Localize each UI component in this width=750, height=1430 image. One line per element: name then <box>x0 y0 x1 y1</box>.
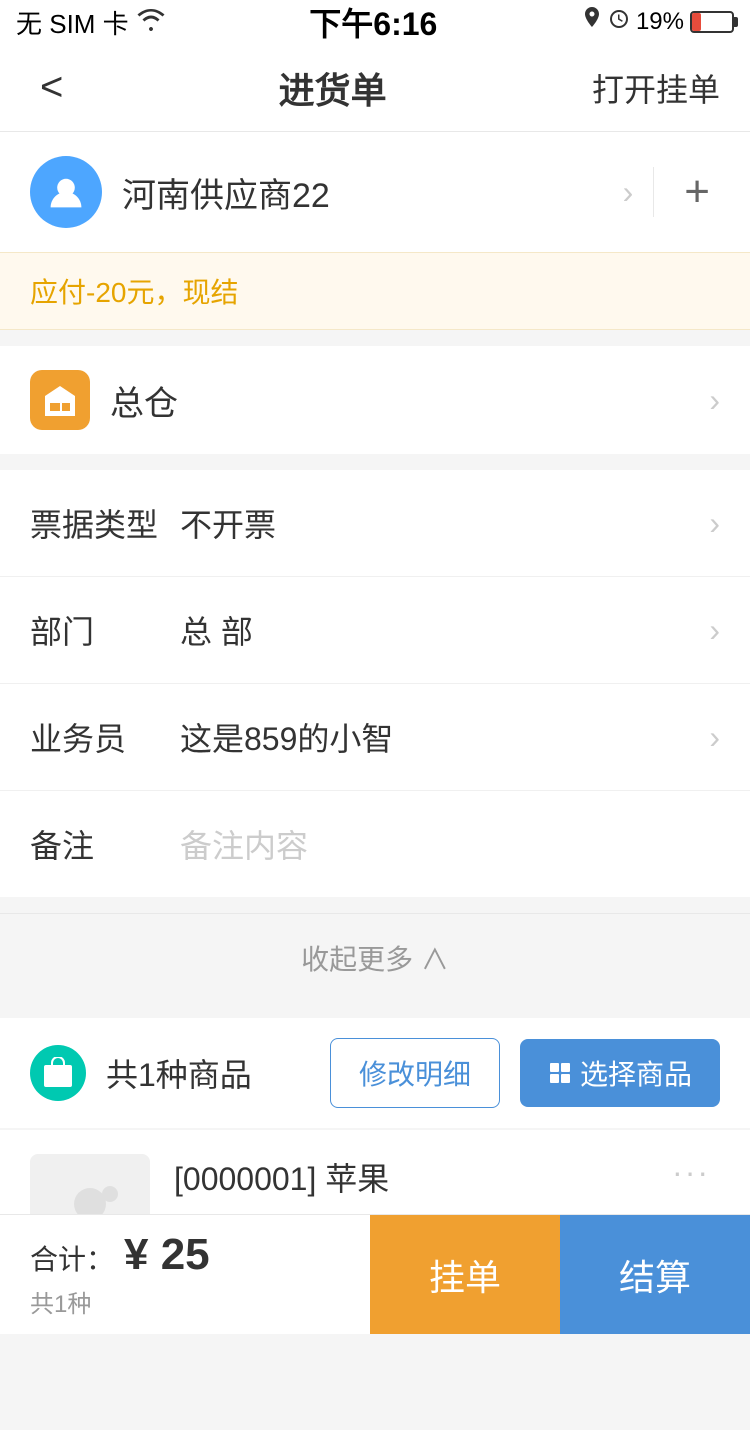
salesperson-chevron-icon: › <box>709 719 720 756</box>
salesperson-value: 这是859的小智 <box>160 714 699 760</box>
invoice-chevron-icon: › <box>709 505 720 542</box>
supplier-name[interactable]: 河南供应商22 <box>122 168 613 217</box>
product-title: 苹果 <box>325 1161 389 1197</box>
invoice-type-row[interactable]: 票据类型 不开票 › <box>0 470 750 577</box>
total-section: 合计： ¥ 25 共1种 <box>0 1215 370 1334</box>
pending-button[interactable]: 挂单 <box>370 1215 560 1334</box>
products-count: 共1种商品 <box>106 1050 310 1096</box>
remark-value[interactable]: 备注内容 <box>160 821 720 867</box>
status-left: 无 SIM 卡 <box>16 4 165 41</box>
page-title: 进货单 <box>279 62 387 114</box>
status-right: 19% <box>582 7 734 38</box>
total-sub: 共1种 <box>30 1284 340 1319</box>
product-more-button[interactable]: ··· <box>662 1154 720 1191</box>
department-label: 部门 <box>30 607 160 653</box>
warehouse-name: 总仓 <box>110 376 699 425</box>
product-name: [0000001] 苹果 <box>174 1154 638 1200</box>
supplier-avatar <box>30 156 102 228</box>
total-amount: ¥ 25 <box>124 1230 210 1280</box>
products-icon <box>30 1045 86 1101</box>
status-time: 下午6:16 <box>309 0 437 45</box>
remark-row[interactable]: 备注 备注内容 <box>0 791 750 897</box>
warehouse-icon <box>30 370 90 430</box>
alarm-icon <box>608 8 630 37</box>
supplier-row: 河南供应商22 › + <box>0 132 750 252</box>
wifi-icon <box>137 7 165 38</box>
warehouse-chevron-icon: › <box>709 382 720 419</box>
open-pending-button[interactable]: 打开挂单 <box>592 65 720 111</box>
total-label-text: 合计： <box>30 1238 114 1278</box>
invoice-type-value: 不开票 <box>160 500 699 546</box>
divider <box>653 167 654 217</box>
battery-text: 19% <box>636 8 684 36</box>
nav-bar: < 进货单 打开挂单 <box>0 44 750 132</box>
total-label-row: 合计： ¥ 25 <box>30 1230 340 1280</box>
products-header: 共1种商品 修改明细 选择商品 <box>0 1018 750 1128</box>
department-chevron-icon: › <box>709 612 720 649</box>
salesperson-row[interactable]: 业务员 这是859的小智 › <box>0 684 750 791</box>
warehouse-section[interactable]: 总仓 › <box>0 346 750 454</box>
battery-icon <box>690 11 734 33</box>
collapse-button[interactable]: 收起更多 ∧ <box>0 913 750 1002</box>
select-product-label: 选择商品 <box>580 1053 692 1093</box>
supplier-chevron-icon: › <box>623 174 634 211</box>
select-product-button[interactable]: 选择商品 <box>520 1039 720 1107</box>
invoice-type-label: 票据类型 <box>30 500 160 546</box>
product-code: [0000001] <box>174 1161 316 1197</box>
department-row[interactable]: 部门 总 部 › <box>0 577 750 684</box>
supplier-alert: 应付-20元，现结 <box>0 252 750 330</box>
supplier-section: 河南供应商22 › + 应付-20元，现结 <box>0 132 750 330</box>
carrier-text: 无 SIM 卡 <box>16 4 129 41</box>
add-button[interactable]: + <box>674 167 720 217</box>
status-bar: 无 SIM 卡 下午6:16 19% <box>0 0 750 44</box>
back-button[interactable]: < <box>30 55 73 120</box>
salesperson-label: 业务员 <box>30 714 160 760</box>
settle-button[interactable]: 结算 <box>560 1215 750 1334</box>
remark-label: 备注 <box>30 821 160 867</box>
location-icon <box>582 7 602 38</box>
edit-details-button[interactable]: 修改明细 <box>330 1038 500 1108</box>
form-section: 票据类型 不开票 › 部门 总 部 › 业务员 这是859的小智 › 备注 备注… <box>0 470 750 897</box>
bottom-bar: 合计： ¥ 25 共1种 挂单 结算 <box>0 1214 750 1334</box>
department-value: 总 部 <box>160 607 699 653</box>
